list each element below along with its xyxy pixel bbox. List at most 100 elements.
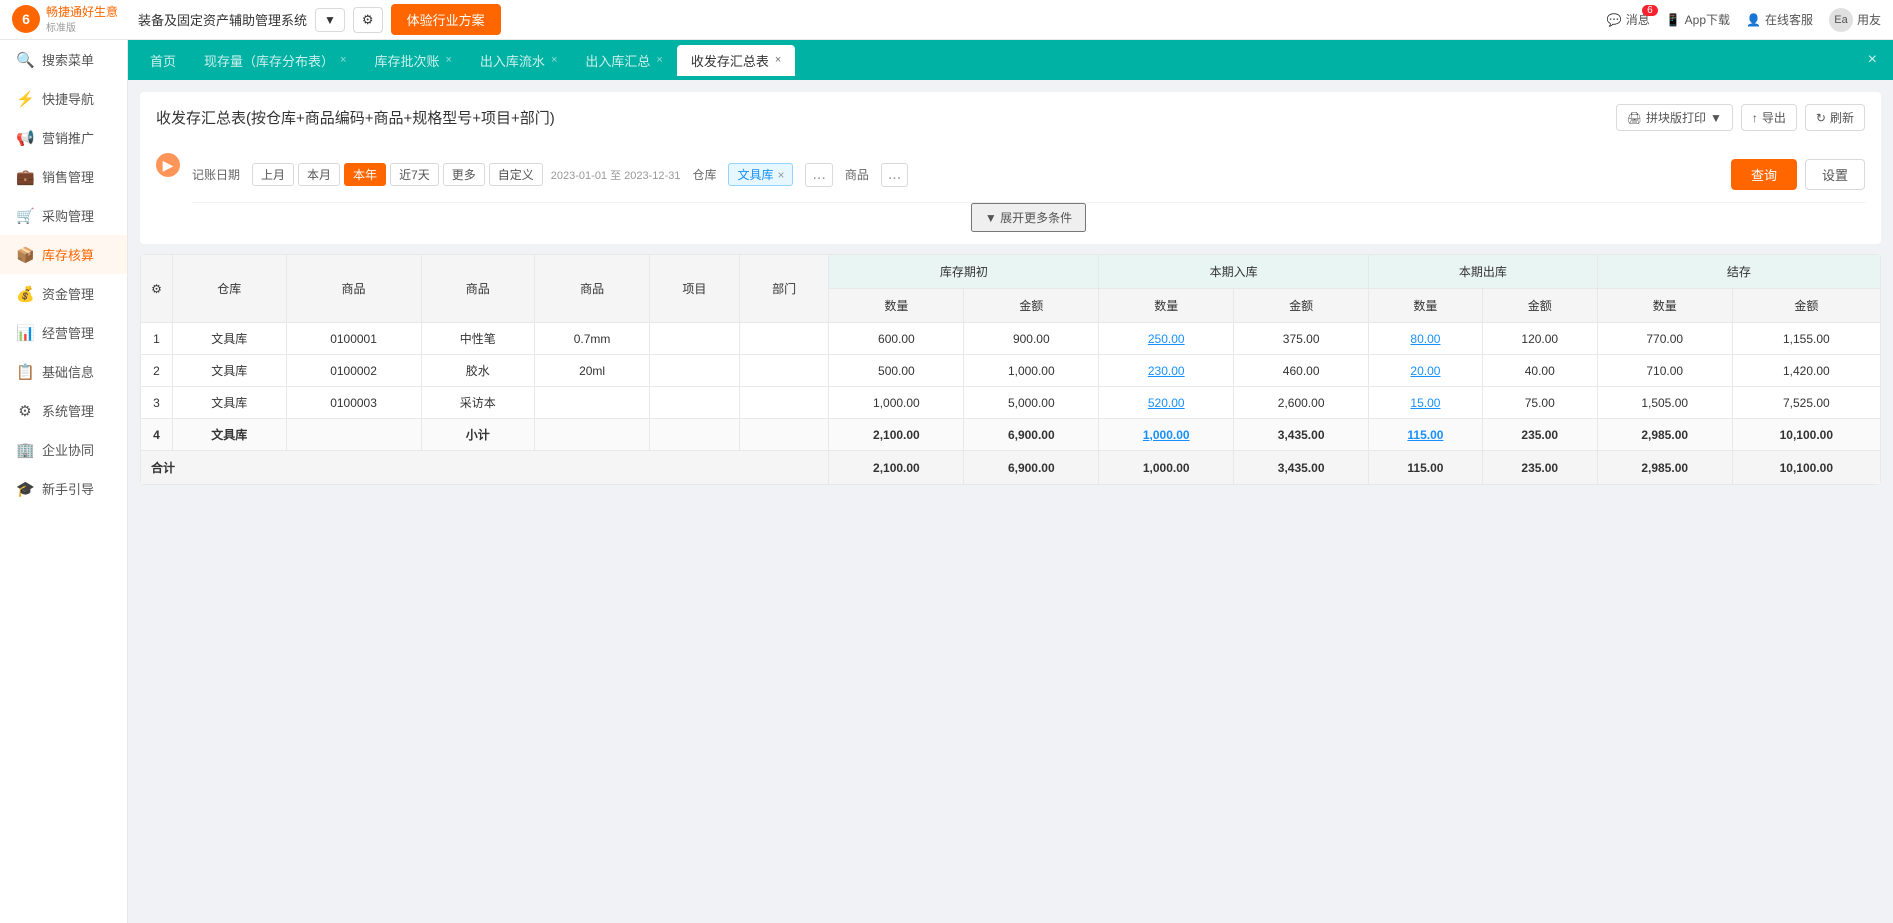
expand-btn[interactable]: ▼ 展开更多条件 (971, 203, 1086, 232)
row-in-qty[interactable]: 520.00 (1099, 387, 1234, 419)
row-goods-name: 中性笔 (421, 323, 535, 355)
query-btn[interactable]: 查询 (1731, 159, 1797, 190)
row-out-qty[interactable]: 115.00 (1369, 419, 1483, 451)
row-open-qty: 600.00 (829, 323, 964, 355)
sidebar-item-marketing[interactable]: 📢 营销推广 (0, 118, 127, 157)
row-in-amt: 375.00 (1234, 323, 1369, 355)
tab-close-recv-send[interactable]: × (775, 54, 781, 66)
row-open-amt: 1,000.00 (964, 355, 1099, 387)
row-goods-code: 0100001 (286, 323, 421, 355)
sidebar-item-quicknav[interactable]: ⚡ 快捷导航 (0, 79, 127, 118)
tab-close-inout-summary[interactable]: × (656, 54, 662, 66)
trial-btn[interactable]: 体验行业方案 (391, 4, 501, 35)
row-goods-code: 0100002 (286, 355, 421, 387)
date-label: 记账日期 (192, 166, 240, 183)
system-dropdown-btn[interactable]: ▼ (315, 8, 345, 32)
footer-label: 合计 (141, 451, 829, 485)
row-no: 2 (141, 355, 173, 387)
content-area: 首页 现存量（库存分布表） × 库存批次账 × 出入库流水 × 出入库汇总 × (128, 40, 1893, 923)
row-in-amt: 3,435.00 (1234, 419, 1369, 451)
filter-right: 查询 设置 (1731, 159, 1865, 190)
row-in-amt: 460.00 (1234, 355, 1369, 387)
footer-open-amt: 6,900.00 (964, 451, 1099, 485)
logo-text-area: 畅捷通好生意 标准版 (46, 5, 118, 34)
warehouse-ellipsis[interactable]: ... (805, 163, 832, 187)
tab-recv-send[interactable]: 收发存汇总表 × (677, 45, 795, 76)
goods-ellipsis[interactable]: ... (881, 163, 908, 187)
row-goods-code: 0100003 (286, 387, 421, 419)
sidebar-item-guide[interactable]: 🎓 新手引导 (0, 469, 127, 508)
page-content: 收发存汇总表(按仓库+商品编码+商品+规格型号+项目+部门) 🖨 拼块版打印 ▼… (128, 80, 1893, 923)
user-btn[interactable]: Ea 用友 (1829, 8, 1881, 32)
settings-btn[interactable]: ⚙ (353, 7, 383, 33)
row-in-qty[interactable]: 250.00 (1099, 323, 1234, 355)
tab-close-inout-flow[interactable]: × (551, 54, 557, 66)
col-header-warehouse: 仓库 (173, 255, 287, 323)
col-header-out: 本期出库 (1369, 255, 1598, 289)
filter-toggle-btn[interactable]: ▶ (156, 153, 180, 177)
enterprise-icon: 🏢 (16, 441, 34, 459)
row-open-amt: 900.00 (964, 323, 1099, 355)
row-bal-amt: 7,525.00 (1732, 387, 1880, 419)
date-btn-7days[interactable]: 近7天 (390, 163, 439, 186)
purchase-icon: 🛒 (16, 207, 34, 225)
tab-bar-close-btn[interactable]: × (1860, 47, 1885, 73)
tab-inout-summary[interactable]: 出入库汇总 × (571, 45, 676, 76)
sidebar-item-purchase[interactable]: 🛒 采购管理 (0, 196, 127, 235)
col-header-goods-name: 商品 (421, 255, 535, 323)
row-goods-name: 小计 (421, 419, 535, 451)
sidebar-item-search[interactable]: 🔍 搜索菜单 (0, 40, 127, 79)
tab-batch[interactable]: 库存批次账 × (360, 45, 465, 76)
row-goods-spec (535, 387, 650, 419)
top-bar-right: 💬 消息 6 📱 App下载 👤 在线客服 Ea 用友 (1607, 8, 1881, 32)
filter-body: 记账日期 上月 本月 本年 近7天 更多 自定义 2023-01-01 至 20… (192, 151, 1865, 232)
messages-badge: 6 (1642, 5, 1658, 16)
messages-btn[interactable]: 💬 消息 6 (1607, 11, 1650, 28)
app-download-btn[interactable]: 📱 App下载 (1666, 11, 1730, 28)
tab-close-stock-dist[interactable]: × (340, 54, 346, 66)
footer-in-qty: 1,000.00 (1099, 451, 1234, 485)
sidebar-item-sales[interactable]: 💼 销售管理 (0, 157, 127, 196)
table-container: ⚙ 仓库 商品 商品 商品 项目 部门 库存期初 本期入库 本期出库 结存 (140, 254, 1881, 485)
search-icon: 🔍 (16, 51, 34, 69)
sidebar-item-basic[interactable]: 📋 基础信息 (0, 352, 127, 391)
col-in-qty: 数量 (1099, 289, 1234, 323)
sidebar-item-finance[interactable]: 💰 资金管理 (0, 274, 127, 313)
logo-area: 6 畅捷通好生意 标准版 (12, 5, 118, 34)
page-title-row: 收发存汇总表(按仓库+商品编码+商品+规格型号+项目+部门) 🖨 拼块版打印 ▼… (156, 104, 1865, 131)
row-bal-qty: 2,985.00 (1597, 419, 1732, 451)
tab-close-batch[interactable]: × (445, 54, 451, 66)
date-btn-this-month[interactable]: 本月 (298, 163, 340, 186)
row-no: 1 (141, 323, 173, 355)
col-out-amt: 金额 (1482, 289, 1597, 323)
set-btn[interactable]: 设置 (1805, 159, 1865, 190)
page-title-actions: 🖨 拼块版打印 ▼ ↑ 导出 ↻ 刷新 (1616, 104, 1865, 131)
footer-in-amt: 3,435.00 (1234, 451, 1369, 485)
date-btn-last-month[interactable]: 上月 (252, 163, 294, 186)
sidebar-item-system[interactable]: ⚙ 系统管理 (0, 391, 127, 430)
print-btn[interactable]: 🖨 拼块版打印 ▼ (1616, 104, 1733, 131)
tab-home[interactable]: 首页 (136, 45, 190, 76)
top-bar-left: 6 畅捷通好生意 标准版 装备及固定资产辅助管理系统 ▼ ⚙ 体验行业方案 (12, 4, 501, 35)
row-out-qty[interactable]: 20.00 (1369, 355, 1483, 387)
date-btn-this-year[interactable]: 本年 (344, 163, 386, 186)
sidebar-item-enterprise[interactable]: 🏢 企业协同 (0, 430, 127, 469)
row-project (650, 387, 740, 419)
date-btn-custom[interactable]: 自定义 (489, 163, 543, 186)
export-btn[interactable]: ↑ 导出 (1741, 104, 1797, 131)
export-icon: ↑ (1752, 111, 1758, 125)
tab-stock-dist[interactable]: 现存量（库存分布表） × (190, 45, 360, 76)
online-service-btn[interactable]: 👤 在线客服 (1746, 11, 1813, 28)
col-in-amt: 金额 (1234, 289, 1369, 323)
row-out-qty[interactable]: 15.00 (1369, 387, 1483, 419)
warehouse-tag-remove[interactable]: × (777, 168, 784, 182)
row-in-qty[interactable]: 1,000.00 (1099, 419, 1234, 451)
row-out-qty[interactable]: 80.00 (1369, 323, 1483, 355)
refresh-btn[interactable]: ↻ 刷新 (1805, 104, 1865, 131)
sidebar-item-inventory[interactable]: 📦 库存核算 (0, 235, 127, 274)
table-settings-header[interactable]: ⚙ (141, 255, 173, 323)
sidebar-item-operations[interactable]: 📊 经营管理 (0, 313, 127, 352)
row-in-qty[interactable]: 230.00 (1099, 355, 1234, 387)
tab-inout-flow[interactable]: 出入库流水 × (466, 45, 571, 76)
date-btn-more[interactable]: 更多 (443, 163, 485, 186)
